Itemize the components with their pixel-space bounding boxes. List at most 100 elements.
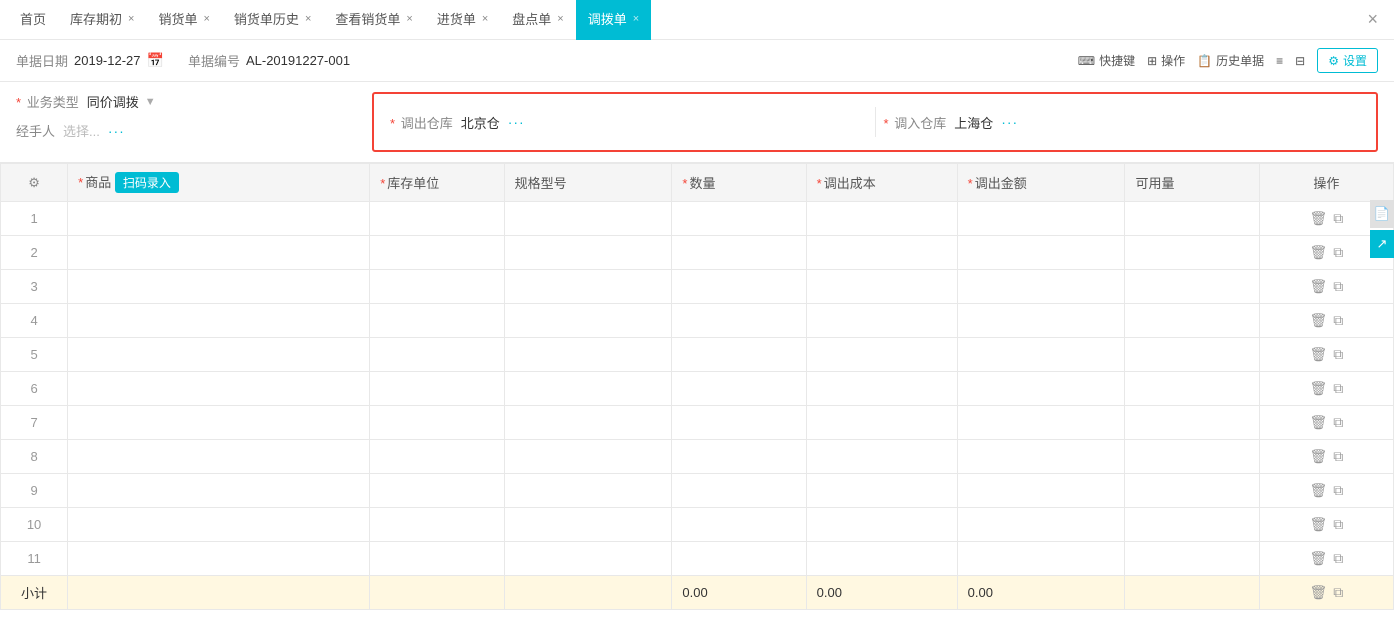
row-unit[interactable] — [370, 202, 504, 236]
row-qty[interactable] — [672, 508, 806, 542]
operation-button[interactable]: ⊞ 操作 — [1147, 52, 1185, 69]
row-available[interactable] — [1125, 508, 1259, 542]
copy-row-icon[interactable]: ⧉ — [1333, 482, 1343, 499]
row-product[interactable] — [68, 338, 370, 372]
col-settings[interactable]: ⚙ — [1, 164, 68, 202]
subtotal-delete-icon[interactable]: 🗑 — [1309, 584, 1327, 601]
row-product[interactable] — [68, 202, 370, 236]
row-amount[interactable] — [957, 508, 1125, 542]
row-product[interactable] — [68, 474, 370, 508]
row-qty[interactable] — [672, 372, 806, 406]
biz-type-select[interactable]: 同价调拨 ▼ — [87, 92, 156, 111]
in-warehouse-more-button[interactable]: ··· — [1001, 114, 1018, 130]
list-view-button[interactable]: ≡ — [1276, 54, 1283, 68]
calendar-icon[interactable]: 📅 — [147, 52, 164, 69]
row-qty[interactable] — [672, 406, 806, 440]
row-cost[interactable] — [806, 508, 957, 542]
row-product[interactable] — [68, 236, 370, 270]
row-amount[interactable] — [957, 202, 1125, 236]
row-cost[interactable] — [806, 202, 957, 236]
row-unit[interactable] — [370, 440, 504, 474]
row-qty[interactable] — [672, 338, 806, 372]
row-amount[interactable] — [957, 372, 1125, 406]
row-spec[interactable] — [504, 270, 672, 304]
row-qty[interactable] — [672, 440, 806, 474]
row-amount[interactable] — [957, 236, 1125, 270]
copy-row-icon[interactable]: ⧉ — [1333, 448, 1343, 465]
row-cost[interactable] — [806, 372, 957, 406]
row-unit[interactable] — [370, 304, 504, 338]
row-spec[interactable] — [504, 236, 672, 270]
tab-inventory-init[interactable]: 库存期初 × — [58, 0, 146, 40]
row-available[interactable] — [1125, 406, 1259, 440]
shortcut-button[interactable]: ⌨ 快捷键 — [1078, 52, 1135, 69]
row-spec[interactable] — [504, 372, 672, 406]
tab-close-transfer[interactable]: × — [633, 13, 639, 25]
row-amount[interactable] — [957, 304, 1125, 338]
row-unit[interactable] — [370, 542, 504, 576]
row-cost[interactable] — [806, 338, 957, 372]
copy-row-icon[interactable]: ⧉ — [1333, 244, 1343, 261]
row-cost[interactable] — [806, 406, 957, 440]
delete-row-icon[interactable]: 🗑 — [1309, 312, 1327, 329]
tab-view-sales[interactable]: 查看销货单 × — [323, 0, 424, 40]
delete-row-icon[interactable]: 🗑 — [1309, 346, 1327, 363]
row-unit[interactable] — [370, 236, 504, 270]
row-available[interactable] — [1125, 236, 1259, 270]
delete-row-icon[interactable]: 🗑 — [1309, 244, 1327, 261]
row-available[interactable] — [1125, 270, 1259, 304]
copy-row-icon[interactable]: ⧉ — [1333, 550, 1343, 567]
tab-sales-order[interactable]: 销货单 × — [146, 0, 221, 40]
history-button[interactable]: 📋 历史单据 — [1197, 52, 1264, 69]
row-product[interactable] — [68, 542, 370, 576]
row-spec[interactable] — [504, 202, 672, 236]
row-unit[interactable] — [370, 474, 504, 508]
row-cost[interactable] — [806, 474, 957, 508]
row-available[interactable] — [1125, 440, 1259, 474]
row-spec[interactable] — [504, 508, 672, 542]
row-amount[interactable] — [957, 406, 1125, 440]
grid-view-button[interactable]: ⊟ — [1295, 54, 1305, 68]
handler-more-button[interactable]: ··· — [108, 123, 125, 139]
tab-close-stocktake[interactable]: × — [557, 13, 563, 25]
tab-close-purchase[interactable]: × — [482, 13, 488, 25]
delete-row-icon[interactable]: 🗑 — [1309, 210, 1327, 227]
tab-close-view-sales[interactable]: × — [406, 13, 412, 25]
row-amount[interactable] — [957, 440, 1125, 474]
row-qty[interactable] — [672, 236, 806, 270]
row-product[interactable] — [68, 406, 370, 440]
out-warehouse-value[interactable]: 北京仓 — [461, 113, 500, 132]
row-qty[interactable] — [672, 474, 806, 508]
row-product[interactable] — [68, 270, 370, 304]
row-product[interactable] — [68, 372, 370, 406]
row-amount[interactable] — [957, 542, 1125, 576]
row-qty[interactable] — [672, 304, 806, 338]
row-qty[interactable] — [672, 270, 806, 304]
row-spec[interactable] — [504, 440, 672, 474]
row-spec[interactable] — [504, 406, 672, 440]
row-product[interactable] — [68, 508, 370, 542]
row-available[interactable] — [1125, 338, 1259, 372]
delete-row-icon[interactable]: 🗑 — [1309, 380, 1327, 397]
row-cost[interactable] — [806, 304, 957, 338]
copy-row-icon[interactable]: ⧉ — [1333, 312, 1343, 329]
copy-row-icon[interactable]: ⧉ — [1333, 516, 1343, 533]
tab-sales-history[interactable]: 销货单历史 × — [222, 0, 323, 40]
tab-close-sales-order[interactable]: × — [203, 13, 209, 25]
copy-row-icon[interactable]: ⧉ — [1333, 346, 1343, 363]
row-unit[interactable] — [370, 270, 504, 304]
delete-row-icon[interactable]: 🗑 — [1309, 448, 1327, 465]
delete-row-icon[interactable]: 🗑 — [1309, 516, 1327, 533]
tab-home[interactable]: 首页 — [8, 0, 58, 40]
delete-row-icon[interactable]: 🗑 — [1309, 414, 1327, 431]
in-warehouse-value[interactable]: 上海仓 — [954, 113, 993, 132]
row-spec[interactable] — [504, 474, 672, 508]
row-amount[interactable] — [957, 474, 1125, 508]
row-product[interactable] — [68, 440, 370, 474]
row-unit[interactable] — [370, 406, 504, 440]
row-cost[interactable] — [806, 542, 957, 576]
row-spec[interactable] — [504, 338, 672, 372]
setting-button[interactable]: ⚙ 设置 — [1317, 48, 1378, 73]
row-unit[interactable] — [370, 508, 504, 542]
row-available[interactable] — [1125, 542, 1259, 576]
